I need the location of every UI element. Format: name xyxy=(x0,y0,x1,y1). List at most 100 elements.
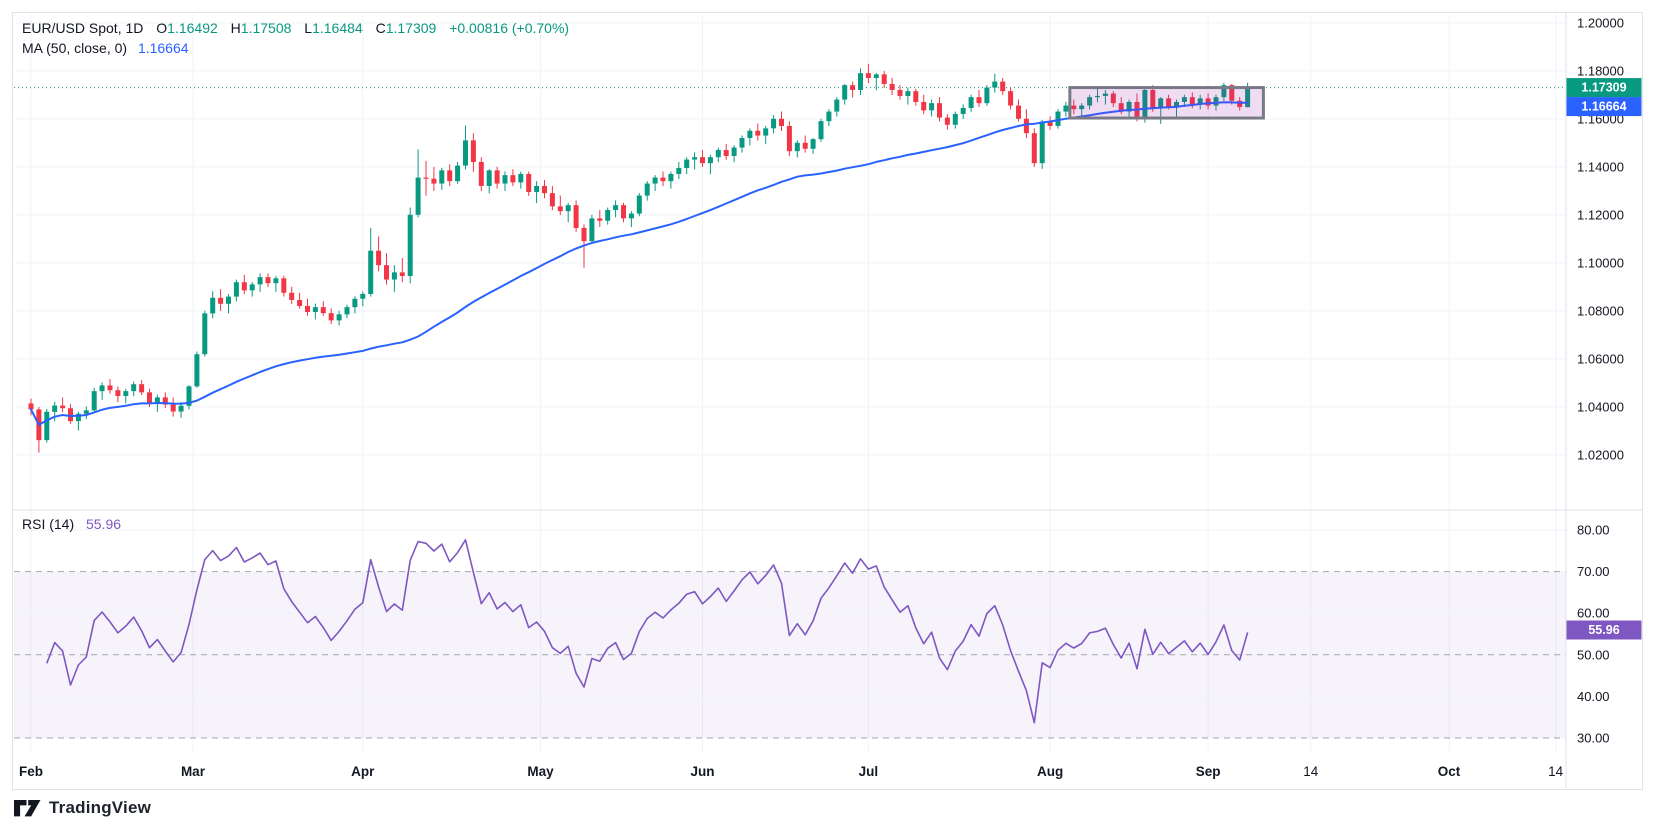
legend-rsi-pane[interactable]: RSI (14) 55.96 xyxy=(22,514,121,534)
candle-up xyxy=(336,314,342,321)
candle-up xyxy=(202,313,208,355)
candle-up xyxy=(984,87,990,104)
candle-down xyxy=(431,178,437,184)
candle-up xyxy=(210,297,216,314)
candle-down xyxy=(937,103,942,118)
rsi-legend-label: RSI (14) xyxy=(22,516,75,532)
chart-widget: 1.20000 1.18000 1.16000 1.14000 1.12000 1.100… xyxy=(12,12,1643,790)
candle-down xyxy=(921,101,927,111)
candle-down xyxy=(976,97,982,104)
rsi-axis-label: 80.00 xyxy=(1577,523,1610,538)
candle-down xyxy=(478,161,484,186)
candle-up xyxy=(463,140,468,166)
candle-up xyxy=(652,177,658,184)
candle-down xyxy=(494,170,500,184)
candle-down xyxy=(597,218,603,221)
candle-up xyxy=(52,405,58,412)
candle-down xyxy=(241,282,247,291)
candle-up xyxy=(613,205,619,210)
candle-up xyxy=(605,209,611,221)
candle-down xyxy=(700,157,705,164)
range-box[interactable] xyxy=(1068,86,1265,120)
time-axis-label: 14 xyxy=(1548,764,1564,779)
candle-up xyxy=(344,307,350,315)
candle-up xyxy=(502,175,508,184)
candle-up xyxy=(842,85,848,100)
candle-down xyxy=(1016,105,1021,119)
candle-down xyxy=(573,205,579,228)
ma-value-badge-value: 1.16664 xyxy=(1581,100,1626,114)
price-axis-label: 1.14000 xyxy=(1577,160,1624,175)
candle-down xyxy=(139,384,145,393)
candle-down xyxy=(115,390,121,396)
candle-down xyxy=(1008,91,1014,106)
candle-down xyxy=(526,173,532,192)
candle-up xyxy=(826,111,832,122)
candle-up xyxy=(668,173,674,182)
candle-up xyxy=(518,173,524,183)
candle-down xyxy=(423,177,429,179)
tradingview-logo[interactable]: TradingView xyxy=(14,798,151,818)
candle-down xyxy=(328,313,334,321)
candle-up xyxy=(1055,111,1061,126)
rsi-axis-label: 50.00 xyxy=(1577,647,1610,662)
candle-down xyxy=(850,85,856,90)
last-price-badge-value: 1.17309 xyxy=(1581,81,1626,95)
candle-down xyxy=(470,140,476,162)
candle-up xyxy=(257,277,263,285)
rsi-axis-label: 60.00 xyxy=(1577,606,1610,621)
change-value: +0.00816 (+0.70%) xyxy=(449,20,570,36)
candle-down xyxy=(305,305,310,312)
candle-down xyxy=(542,185,547,194)
legend-price-pane: EUR/USD Spot, 1D O1.16492 H1.17508 L1.16… xyxy=(22,18,569,58)
price-axis-label: 1.10000 xyxy=(1577,256,1624,271)
candle-up xyxy=(747,130,753,138)
candle-up xyxy=(486,170,492,186)
candle-up xyxy=(960,107,966,114)
candle-up xyxy=(1039,121,1045,164)
ma-legend-row[interactable]: MA (50, close, 0) 1.16664 xyxy=(22,38,569,58)
candle-up xyxy=(589,218,595,242)
candle-down xyxy=(68,408,73,422)
candle-down xyxy=(399,272,405,276)
candle-up xyxy=(391,272,397,280)
candle-up xyxy=(352,298,358,308)
time-axis-label: Feb xyxy=(19,764,43,779)
candle-up xyxy=(44,411,50,441)
candle-down xyxy=(265,277,271,284)
candle-up xyxy=(739,137,745,148)
candle-down xyxy=(376,250,382,266)
candle-down xyxy=(384,265,389,280)
candle-up xyxy=(968,97,974,108)
candle-up xyxy=(929,103,935,111)
symbol-title[interactable]: EUR/USD Spot, 1D xyxy=(22,20,143,36)
candle-up xyxy=(439,170,445,184)
candle-down xyxy=(447,170,453,182)
time-axis-label: Jun xyxy=(690,764,714,779)
time-axis-label: 14 xyxy=(1303,764,1319,779)
candle-up xyxy=(771,118,777,129)
rsi-value-badge-value: 55.96 xyxy=(1588,623,1619,637)
candle-down xyxy=(60,405,66,409)
candle-down xyxy=(297,299,303,306)
candle-down xyxy=(557,206,563,212)
candle-down xyxy=(889,83,895,90)
candle-up xyxy=(360,293,366,299)
candle-down xyxy=(170,404,176,412)
candle-down xyxy=(107,385,113,391)
candle-down xyxy=(1031,133,1037,164)
candle-up xyxy=(905,91,911,96)
chart-canvas[interactable]: 1.200001.180001.160001.140001.120001.100… xyxy=(13,13,1642,789)
candle-up xyxy=(226,296,231,304)
time-axis-label: May xyxy=(527,764,554,779)
candle-up xyxy=(684,159,690,168)
candle-down xyxy=(621,205,626,219)
time-axis-label: Jul xyxy=(859,764,879,779)
candle-up xyxy=(636,195,642,214)
candle-up xyxy=(992,81,998,88)
price-axis-label: 1.06000 xyxy=(1577,352,1624,367)
candle-down xyxy=(281,278,287,293)
candle-down xyxy=(549,193,555,207)
candle-up xyxy=(676,167,682,174)
candle-down xyxy=(913,91,919,102)
